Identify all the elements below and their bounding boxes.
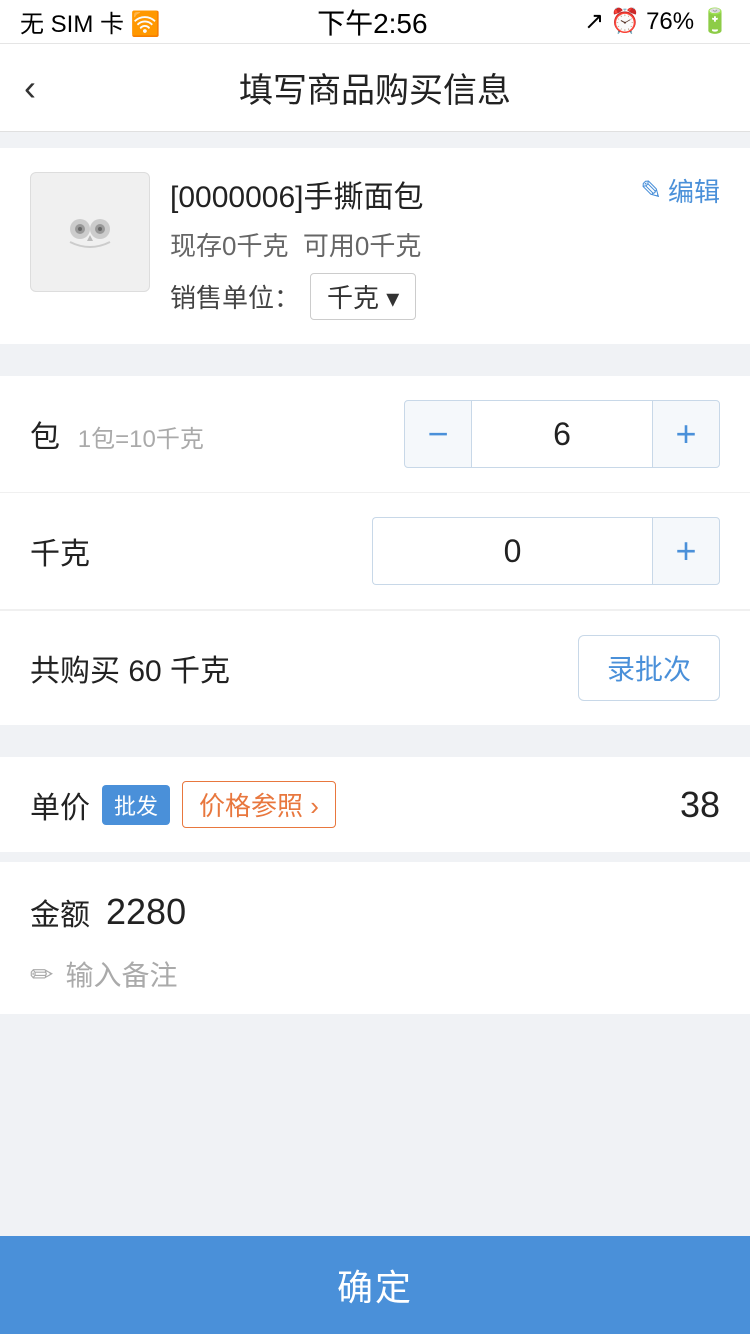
increase-kg-button[interactable]: + — [652, 517, 720, 585]
status-right: ↗ ⏰ 76% 🔋 — [584, 7, 730, 36]
amount-label: 金额 — [30, 890, 90, 934]
product-name: [0000006]手撕面包 — [170, 172, 720, 216]
product-image — [30, 172, 150, 292]
price-label: 单价 — [30, 783, 90, 827]
quantity-row-kg: 千克 + — [0, 493, 750, 610]
total-text: 共购买 60 千克 — [30, 646, 230, 690]
quantity-section: 包 1包=10千克 − + 千克 + 共购买 60 千克 录批次 — [0, 376, 750, 725]
edit-label: 编辑 — [668, 172, 720, 209]
pencil-icon: ✏ — [30, 958, 53, 991]
battery-icon: 🔋 — [700, 7, 730, 36]
location-icon: ↗ — [584, 7, 604, 36]
price-row: 单价 批发 价格参照 › 38 — [30, 781, 720, 828]
product-section: [0000006]手撕面包 现存0千克 可用0千克 销售单位： 千克 ▾ ✎ 编… — [0, 148, 750, 344]
amount-section: 金额 2280 ✏ 输入备注 — [0, 852, 750, 1014]
quantity-controls-kg: + — [372, 517, 720, 585]
status-left: 无 SIM 卡 🛜 — [20, 4, 161, 39]
decrease-bao-button[interactable]: − — [404, 400, 472, 468]
quantity-input-bao[interactable] — [472, 400, 652, 468]
quantity-controls-bao: − + — [404, 400, 720, 468]
page-title: 填写商品购买信息 — [239, 63, 511, 112]
back-button[interactable]: ‹ — [24, 67, 36, 109]
sim-status: 无 SIM 卡 🛜 — [20, 4, 161, 39]
status-bar: 无 SIM 卡 🛜 下午2:56 ↗ ⏰ 76% 🔋 — [0, 0, 750, 44]
nav-bar: ‹ 填写商品购买信息 — [0, 44, 750, 132]
edit-icon: ✎ — [640, 175, 662, 206]
remark-row[interactable]: ✏ 输入备注 — [30, 954, 720, 994]
alarm-icon: ⏰ — [610, 7, 640, 36]
quantity-label-bao: 包 1包=10千克 — [30, 412, 204, 456]
amount-row: 金额 2280 — [30, 890, 720, 934]
increase-bao-button[interactable]: + — [652, 400, 720, 468]
total-row: 共购买 60 千克 录批次 — [0, 610, 750, 725]
unit-label: 销售单位： — [170, 278, 300, 315]
battery-level: 76% — [646, 8, 694, 36]
product-stock: 现存0千克 可用0千克 — [170, 226, 720, 263]
section-divider-1 — [0, 344, 750, 360]
price-tag: 批发 — [102, 785, 170, 825]
price-reference-button[interactable]: 价格参照 › — [182, 781, 336, 828]
record-batch-button[interactable]: 录批次 — [578, 635, 720, 701]
price-left: 单价 批发 价格参照 › — [30, 781, 336, 828]
quantity-input-kg[interactable] — [372, 517, 652, 585]
remark-placeholder: 输入备注 — [65, 954, 177, 994]
price-section: 单价 批发 价格参照 › 38 — [0, 757, 750, 852]
edit-button[interactable]: ✎ 编辑 — [640, 172, 720, 209]
price-value: 38 — [680, 784, 720, 826]
confirm-button[interactable]: 确定 — [0, 1236, 750, 1334]
unit-select[interactable]: 千克 ▾ — [310, 273, 416, 320]
product-info: [0000006]手撕面包 现存0千克 可用0千克 销售单位： 千克 ▾ — [170, 172, 720, 320]
status-time: 下午2:56 — [317, 2, 428, 42]
quantity-label-kg: 千克 — [30, 529, 90, 573]
quantity-row-bao: 包 1包=10千克 − + — [0, 376, 750, 493]
amount-value: 2280 — [106, 891, 186, 933]
product-unit-row: 销售单位： 千克 ▾ — [170, 273, 720, 320]
quantity-hint-bao: 1包=10千克 — [78, 426, 204, 453]
section-divider-2 — [0, 725, 750, 741]
